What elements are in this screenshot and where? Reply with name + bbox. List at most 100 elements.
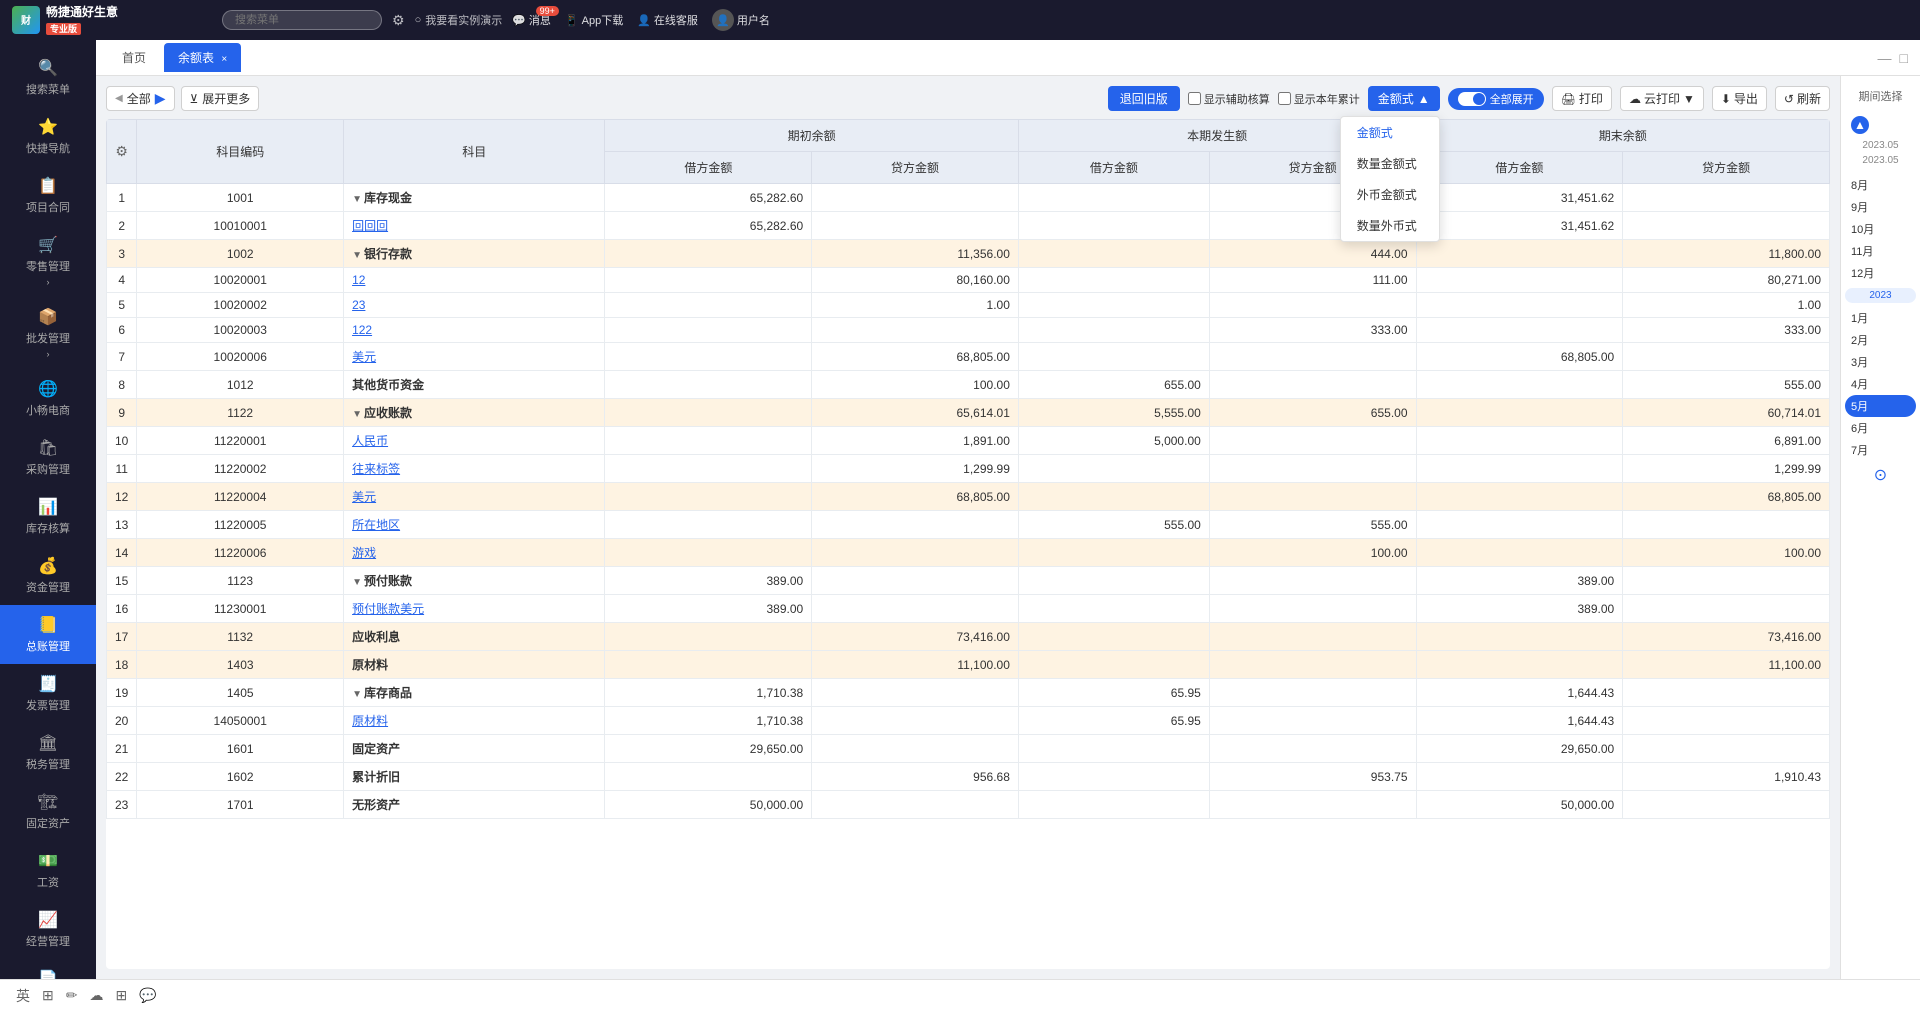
year-checkbox-input[interactable]: [1278, 92, 1291, 105]
account-name-cell[interactable]: 往来标签: [344, 455, 605, 483]
search-input[interactable]: [222, 10, 382, 30]
cell-curr_debit: [1018, 735, 1209, 763]
column-settings-icon[interactable]: ⚙: [115, 143, 128, 159]
cell-ob_credit: [812, 595, 1019, 623]
lang-icon[interactable]: 英: [16, 986, 30, 1006]
sidebar-item-ledger[interactable]: 📒 总账管理: [0, 605, 96, 664]
chat-icon[interactable]: 💬: [139, 987, 156, 1004]
month-item-oct[interactable]: 10月: [1845, 218, 1916, 240]
sidebar-item-operation[interactable]: 📈 经营管理: [0, 900, 96, 959]
amount-style-option-qty-foreign[interactable]: 数量外币式: [1341, 210, 1439, 241]
expand-more-button[interactable]: ⊻ 展开更多: [181, 86, 260, 111]
account-name-cell[interactable]: 所在地区: [344, 511, 605, 539]
tab-balance[interactable]: 余额表 ×: [164, 43, 241, 72]
fold-panel-button[interactable]: ⊙: [1845, 465, 1916, 485]
print-button[interactable]: 🖨 打印: [1552, 86, 1612, 111]
online-service-button[interactable]: 👤 在线客服: [637, 12, 698, 28]
account-name-cell[interactable]: 人民币: [344, 427, 605, 455]
auxiliary-checkbox-input[interactable]: [1188, 92, 1201, 105]
grid-icon[interactable]: ⊞: [115, 987, 127, 1004]
sidebar-item-project[interactable]: 📋 项目合同: [0, 166, 96, 225]
user-avatar[interactable]: 👤 用户名: [712, 9, 770, 31]
account-name-cell[interactable]: 其他货币资金: [344, 371, 605, 399]
tab-close-button[interactable]: ×: [221, 54, 227, 65]
refresh-button[interactable]: ↺ 刷新: [1775, 86, 1830, 111]
account-name-cell[interactable]: 原材料: [344, 707, 605, 735]
breadcrumb-all[interactable]: ◀ 全部 ▶: [106, 86, 175, 111]
show-year-checkbox[interactable]: 显示本年累计: [1278, 91, 1360, 107]
account-name-cell[interactable]: 美元: [344, 483, 605, 511]
sidebar-item-invoice[interactable]: 🧾 发票管理: [0, 664, 96, 723]
amount-style-option-qty-amount[interactable]: 数量金额式: [1341, 148, 1439, 179]
cell-curr_credit: 100.00: [1209, 539, 1416, 567]
account-name-cell[interactable]: 应收利息: [344, 623, 605, 651]
month-item-jan[interactable]: 1月: [1845, 307, 1916, 329]
month-item-jun[interactable]: 6月: [1845, 417, 1916, 439]
account-name-cell[interactable]: 原材料: [344, 651, 605, 679]
sidebar-item-shortcut[interactable]: ⭐ 快捷导航: [0, 107, 96, 166]
sidebar-item-wholesale[interactable]: 📦 批发管理 ›: [0, 297, 96, 369]
month-item-mar[interactable]: 3月: [1845, 351, 1916, 373]
month-item-aug[interactable]: 8月: [1845, 174, 1916, 196]
month-item-jul[interactable]: 7月: [1845, 439, 1916, 461]
show-auxiliary-checkbox[interactable]: 显示辅助核算: [1188, 91, 1270, 107]
app-download-button[interactable]: 📱 App下载: [565, 12, 623, 28]
sidebar-item-fixed-assets[interactable]: 🏗 固定资产: [0, 782, 96, 841]
account-name-cell[interactable]: 无形资产: [344, 791, 605, 819]
account-name-cell[interactable]: 累计折旧: [344, 763, 605, 791]
sidebar-item-report[interactable]: 📄 小畅报销: [0, 959, 96, 979]
account-name-cell[interactable]: ▼预付账款: [344, 567, 605, 595]
month-item-dec[interactable]: 12月: [1845, 262, 1916, 284]
cell-ob_debit: [605, 651, 812, 679]
layout-icon[interactable]: ⊞: [42, 987, 54, 1004]
tab-home[interactable]: 首页: [108, 43, 160, 72]
retail-icon: 🛒: [38, 235, 58, 255]
cell-cl_debit: [1416, 651, 1623, 679]
sidebar-item-inventory[interactable]: 📊 库存核算: [0, 487, 96, 546]
cloud-icon[interactable]: ☁: [89, 987, 103, 1004]
period-up-arrow[interactable]: ▲: [1851, 116, 1869, 134]
account-name-cell[interactable]: 122: [344, 318, 605, 343]
sidebar-item-tax[interactable]: 🏛 税务管理: [0, 723, 96, 782]
account-name-cell[interactable]: ▼应收账款: [344, 399, 605, 427]
month-item-nov[interactable]: 11月: [1845, 240, 1916, 262]
message-button[interactable]: 💬 消息 99+: [512, 12, 551, 28]
sidebar-item-capital[interactable]: 💰 资金管理: [0, 546, 96, 605]
minimize-button[interactable]: —: [1878, 50, 1892, 66]
cell-curr_debit: [1018, 595, 1209, 623]
amount-style-dropdown[interactable]: 金额式 ▲ 金额式 数量金额式 外币金额式 数量外币式: [1368, 86, 1440, 111]
cell-cl_credit: 100.00: [1623, 539, 1830, 567]
edit-icon[interactable]: ✏: [66, 987, 78, 1004]
month-item-feb[interactable]: 2月: [1845, 329, 1916, 351]
table-row: 31002▼银行存款11,356.00444.0011,800.00: [107, 240, 1830, 268]
account-name-cell[interactable]: 固定资产: [344, 735, 605, 763]
amount-style-option-foreign-amount[interactable]: 外币金额式: [1341, 179, 1439, 210]
account-name-cell[interactable]: ▼库存商品: [344, 679, 605, 707]
account-name-cell[interactable]: 回回回: [344, 212, 605, 240]
cell-curr_credit: [1209, 371, 1416, 399]
sidebar-item-purchase[interactable]: 🛍 采购管理: [0, 428, 96, 487]
demo-link[interactable]: ○ 我要看实例演示: [415, 12, 503, 28]
account-name-cell[interactable]: 预付账款美元: [344, 595, 605, 623]
cloud-print-button[interactable]: ☁ 云打印 ▼: [1620, 86, 1704, 111]
export-button[interactable]: ⬇ 导出: [1712, 86, 1767, 111]
account-name-cell[interactable]: ▼库存现金: [344, 184, 605, 212]
sidebar-item-search[interactable]: 🔍 搜索菜单: [0, 48, 96, 107]
account-name-cell[interactable]: 游戏: [344, 539, 605, 567]
sidebar-item-salary[interactable]: 💵 工资: [0, 841, 96, 900]
month-item-sep[interactable]: 9月: [1845, 196, 1916, 218]
sidebar-item-retail[interactable]: 🛒 零售管理 ›: [0, 225, 96, 297]
row-number: 22: [107, 763, 137, 791]
gear-icon[interactable]: ⚙: [392, 12, 405, 29]
sidebar-item-ecommerce[interactable]: 🌐 小畅电商: [0, 369, 96, 428]
month-item-may[interactable]: 5月: [1845, 395, 1916, 417]
account-name-cell[interactable]: 23: [344, 293, 605, 318]
account-name-cell[interactable]: 美元: [344, 343, 605, 371]
maximize-button[interactable]: □: [1900, 50, 1908, 66]
expand-all-toggle[interactable]: 全部展开: [1448, 88, 1544, 110]
amount-style-option-amount[interactable]: 金额式: [1341, 117, 1439, 148]
month-item-apr[interactable]: 4月: [1845, 373, 1916, 395]
return-old-version-button[interactable]: 退回旧版: [1108, 86, 1180, 111]
account-name-cell[interactable]: 12: [344, 268, 605, 293]
account-name-cell[interactable]: ▼银行存款: [344, 240, 605, 268]
